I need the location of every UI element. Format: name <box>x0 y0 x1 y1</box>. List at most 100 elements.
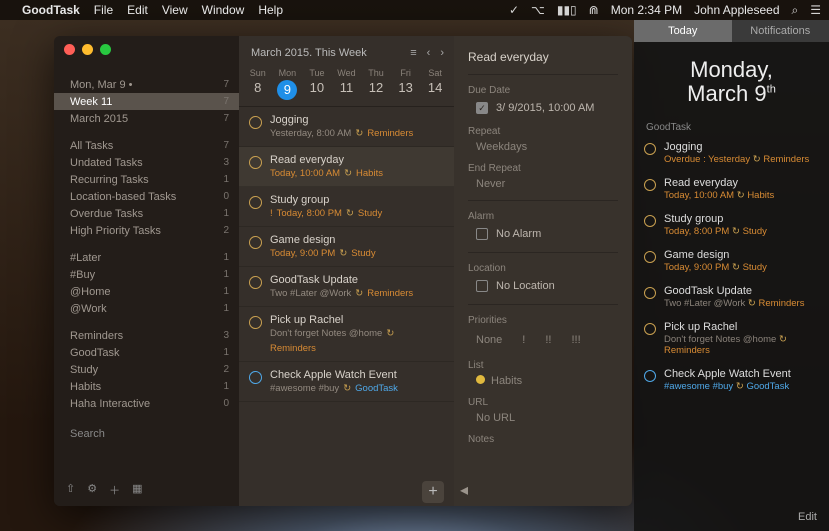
task-checkbox[interactable] <box>249 236 262 249</box>
day-column[interactable]: Sat14 <box>422 68 448 100</box>
sidebar-item[interactable]: #Buy1 <box>54 266 239 283</box>
edit-button[interactable]: Edit <box>798 511 817 523</box>
widget-task-checkbox[interactable] <box>644 251 656 263</box>
widget-task-checkbox[interactable] <box>644 179 656 191</box>
location-row[interactable]: No Location <box>468 278 618 294</box>
sidebar-item[interactable]: Recurring Tasks1 <box>54 171 239 188</box>
task-row[interactable]: Pick up RachelDon't forget Notes @home ↻… <box>239 307 454 362</box>
detail-back-icon[interactable]: ◂ <box>460 480 468 500</box>
minimize-button[interactable] <box>82 44 93 55</box>
widget-task-checkbox[interactable] <box>644 287 656 299</box>
widget-task-row[interactable]: GoodTask UpdateTwo #Later @Work ↻ Remind… <box>634 279 829 315</box>
prio-none[interactable]: None <box>476 334 502 346</box>
menubar-clock[interactable]: Mon 2:34 PM <box>611 3 682 17</box>
sidebar-item[interactable]: High Priority Tasks2 <box>54 222 239 239</box>
location-checkbox[interactable] <box>476 280 488 292</box>
pin-icon[interactable]: ⇧ <box>66 482 75 498</box>
task-row[interactable]: JoggingYesterday, 8:00 AM ↻ Reminders <box>239 107 454 147</box>
widget-task-row[interactable]: JoggingOverdue : Yesterday ↻ Reminders <box>634 135 829 171</box>
end-repeat-value[interactable]: Never <box>468 178 618 190</box>
day-column[interactable]: Tue10 <box>304 68 330 100</box>
widget-task-checkbox[interactable] <box>644 370 656 382</box>
add-task-button[interactable]: + <box>422 481 444 503</box>
sidebar-item[interactable]: GoodTask1 <box>54 344 239 361</box>
due-date-checkbox[interactable]: ✓ <box>476 102 488 114</box>
detail-title[interactable]: Read everyday <box>468 46 618 75</box>
widget-task-checkbox[interactable] <box>644 323 656 335</box>
day-column[interactable]: Sun8 <box>245 68 271 100</box>
task-checkbox[interactable] <box>249 116 262 129</box>
sidebar-item[interactable]: Undated Tasks3 <box>54 154 239 171</box>
sidebar-item[interactable]: Haha Interactive0 <box>54 395 239 412</box>
widget-task-row[interactable]: Read everydayToday, 10:00 AM ↻ Habits <box>634 171 829 207</box>
close-button[interactable] <box>64 44 75 55</box>
task-row[interactable]: Game designToday, 9:00 PM ↻ Study <box>239 227 454 267</box>
sidebar-item[interactable]: #Later1 <box>54 249 239 266</box>
nav-next-icon[interactable]: › <box>440 47 444 59</box>
sidebar-search[interactable]: Search <box>54 422 239 446</box>
battery-icon[interactable]: ▮▮▯ <box>557 3 577 17</box>
due-date-row[interactable]: ✓ 3/ 9/2015, 10:00 AM <box>468 100 618 116</box>
menu-help[interactable]: Help <box>258 3 283 17</box>
day-column[interactable]: Fri13 <box>393 68 419 100</box>
task-row[interactable]: Study group! Today, 8:00 PM ↻ Study <box>239 187 454 227</box>
sidebar-item[interactable]: Habits1 <box>54 378 239 395</box>
nav-prev-icon[interactable]: ‹ <box>427 47 431 59</box>
prio-3[interactable]: !!! <box>571 334 580 346</box>
sidebar-item[interactable]: Location-based Tasks0 <box>54 188 239 205</box>
menu-file[interactable]: File <box>94 3 113 17</box>
maximize-button[interactable] <box>100 44 111 55</box>
sidebar-item[interactable]: @Home1 <box>54 283 239 300</box>
bluetooth-icon[interactable]: ⌥ <box>531 3 545 17</box>
widget-task-checkbox[interactable] <box>644 143 656 155</box>
spotlight-icon[interactable]: ⌕ <box>792 3 799 18</box>
sidebar-item[interactable]: Reminders3 <box>54 327 239 344</box>
task-checkbox[interactable] <box>249 316 262 329</box>
fastforward-icon[interactable]: ✓ <box>509 3 519 17</box>
alarm-row[interactable]: No Alarm <box>468 226 618 242</box>
menu-view[interactable]: View <box>162 3 188 17</box>
menu-edit[interactable]: Edit <box>127 3 148 17</box>
sidebar-item[interactable]: Study2 <box>54 361 239 378</box>
prio-2[interactable]: !! <box>545 334 551 346</box>
sidebar-item[interactable]: @Work1 <box>54 300 239 317</box>
nav-menu-icon[interactable]: ≡ <box>410 47 416 59</box>
task-row[interactable]: GoodTask UpdateTwo #Later @Work ↻ Remind… <box>239 267 454 307</box>
task-checkbox[interactable] <box>249 276 262 289</box>
widget-task-row[interactable]: Study groupToday, 8:00 PM ↻ Study <box>634 207 829 243</box>
task-row[interactable]: Check Apple Watch Event#awesome #buy ↻ G… <box>239 362 454 402</box>
tab-today[interactable]: Today <box>634 20 732 42</box>
task-checkbox[interactable] <box>249 196 262 209</box>
menubar-user[interactable]: John Appleseed <box>694 3 779 17</box>
sidebar-item[interactable]: Mon, Mar 9 •7 <box>54 76 239 93</box>
widget-task-row[interactable]: Pick up RachelDon't forget Notes @home ↻… <box>634 315 829 362</box>
repeat-value[interactable]: Weekdays <box>468 141 618 153</box>
sidebar-item[interactable]: All Tasks7 <box>54 137 239 154</box>
task-checkbox[interactable] <box>249 371 262 384</box>
calendar-icon[interactable]: ▦ <box>132 482 142 498</box>
sidebar-item[interactable]: Overdue Tasks1 <box>54 205 239 222</box>
priorities-row[interactable]: None ! !! !!! <box>468 330 618 350</box>
widget-task-row[interactable]: Check Apple Watch Event#awesome #buy ↻ G… <box>634 362 829 398</box>
list-value[interactable]: Habits <box>468 375 618 387</box>
task-checkbox[interactable] <box>249 156 262 169</box>
sidebar-item[interactable]: Week 117 <box>54 93 239 110</box>
wifi-icon[interactable]: ⋒ <box>589 3 599 17</box>
day-column[interactable]: Mon9 <box>274 68 300 100</box>
day-column[interactable]: Thu12 <box>363 68 389 100</box>
widget-task-checkbox[interactable] <box>644 215 656 227</box>
widget-task-row[interactable]: Game designToday, 9:00 PM ↻ Study <box>634 243 829 279</box>
task-row[interactable]: Read everydayToday, 10:00 AM ↻ Habits <box>239 147 454 187</box>
add-list-icon[interactable]: ＋ <box>109 482 120 498</box>
app-menu[interactable]: GoodTask <box>22 3 80 17</box>
url-value[interactable]: No URL <box>468 412 618 424</box>
tab-notifications[interactable]: Notifications <box>732 20 829 42</box>
day-column[interactable]: Wed11 <box>333 68 359 100</box>
prio-1[interactable]: ! <box>522 334 525 346</box>
sidebar-item[interactable]: March 20157 <box>54 110 239 127</box>
alarm-checkbox[interactable] <box>476 228 488 240</box>
task-title: Pick up Rachel <box>270 314 444 326</box>
notification-center-icon[interactable]: ☰ <box>810 3 821 17</box>
settings-icon[interactable]: ⚙ <box>87 482 97 498</box>
menu-window[interactable]: Window <box>202 3 245 17</box>
